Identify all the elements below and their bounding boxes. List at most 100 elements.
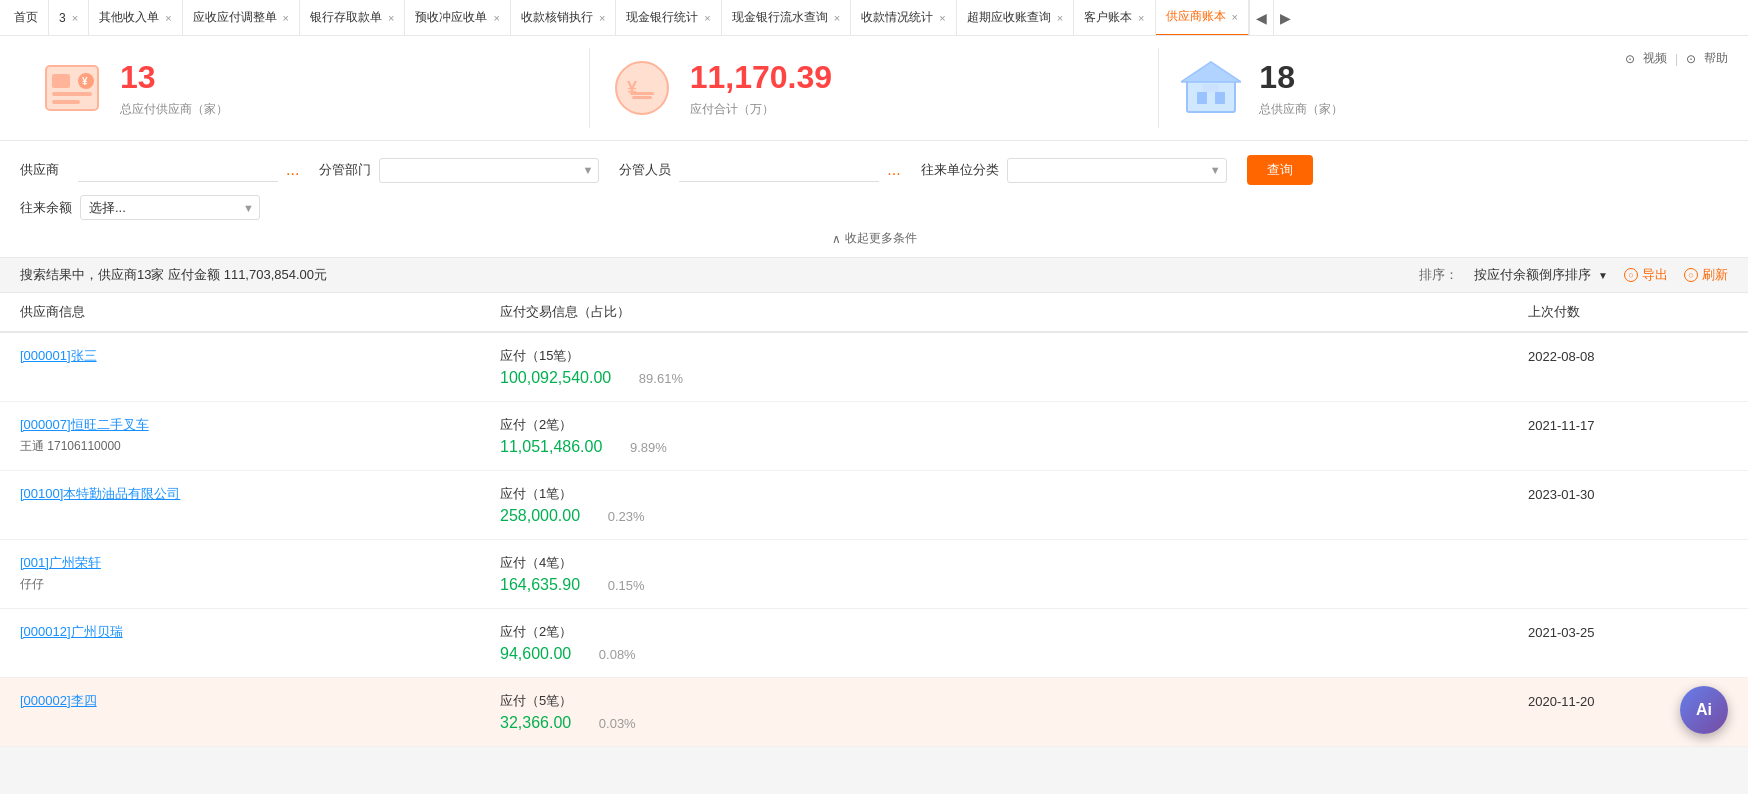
nav-tab-3-close[interactable]: ×: [72, 12, 78, 24]
sort-dropdown[interactable]: 按应付余额倒序排序 ▼: [1474, 266, 1608, 284]
supplier-link-4[interactable]: [000012]广州贝瑞: [20, 624, 123, 639]
nav-tab-cash-bank-stat-close[interactable]: ×: [704, 12, 710, 24]
nav-tab-home[interactable]: 首页: [4, 0, 49, 36]
nav-tab-adjust-close[interactable]: ×: [283, 12, 289, 24]
supplier-filter-dots[interactable]: ...: [286, 161, 299, 179]
query-button[interactable]: 查询: [1247, 155, 1313, 185]
nav-tab-adjust[interactable]: 应收应付调整单 ×: [183, 0, 300, 36]
supplier-link-3[interactable]: [001]广州荣轩: [20, 555, 101, 570]
help-label[interactable]: 帮助: [1704, 50, 1728, 67]
col-header-transaction: 应付交易信息（占比）: [500, 303, 1528, 321]
nav-tab-overdue-label: 超期应收账查询: [967, 9, 1051, 26]
lastpay-date-5: 2020-11-20: [1528, 694, 1595, 709]
trans-amount-4[interactable]: 94,600.00: [500, 645, 571, 663]
collapse-label: 收起更多条件: [845, 230, 917, 247]
refresh-btn[interactable]: ○ 刷新: [1684, 266, 1728, 284]
trans-pct-0: 89.61%: [639, 371, 683, 386]
nav-tab-3[interactable]: 3 ×: [49, 0, 89, 36]
table-row: [000012]广州贝瑞 应付（2笔） 94,600.00 0.08% 2021…: [0, 609, 1748, 678]
lastpay-date-0: 2022-08-08: [1528, 349, 1595, 364]
nav-tab-supplier-ledger[interactable]: 供应商账本 ×: [1156, 0, 1249, 36]
stat-card-total-suppliers-content: 18 总供应商（家）: [1259, 58, 1343, 117]
nav-tab-other-income-close[interactable]: ×: [165, 12, 171, 24]
nav-tab-cash-flow-close[interactable]: ×: [834, 12, 840, 24]
supplier-col-3: [001]广州荣轩 仔仔: [20, 554, 500, 593]
trans-label-0: 应付（15笔）: [500, 347, 1528, 365]
nav-tab-cash-bank-stat-label: 现金银行统计: [626, 9, 698, 26]
lastpay-col-4: 2021-03-25: [1528, 623, 1728, 640]
supplier-link-2[interactable]: [00100]本特勤油品有限公司: [20, 486, 180, 501]
trans-row-0: 100,092,540.00 89.61%: [500, 369, 1528, 387]
export-label: 导出: [1642, 266, 1668, 284]
person-filter-label: 分管人员: [619, 161, 671, 179]
supplier-col-0: [000001]张三: [20, 347, 500, 365]
filter-category: 往来单位分类 ▼: [921, 158, 1227, 183]
ai-button[interactable]: Ai: [1680, 686, 1728, 734]
refresh-label: 刷新: [1702, 266, 1728, 284]
trans-amount-3[interactable]: 164,635.90: [500, 576, 580, 594]
supplier-link-0[interactable]: [000001]张三: [20, 348, 97, 363]
nav-tab-customer-ledger[interactable]: 客户账本 ×: [1074, 0, 1155, 36]
transaction-col-1: 应付（2笔） 11,051,486.00 9.89%: [500, 416, 1528, 456]
nav-tab-overdue-close[interactable]: ×: [1057, 12, 1063, 24]
trans-amount-1[interactable]: 11,051,486.00: [500, 438, 602, 456]
nav-tab-collection-stat-close[interactable]: ×: [939, 12, 945, 24]
total-suppliers-icon: [1179, 56, 1243, 120]
export-btn[interactable]: ○ 导出: [1624, 266, 1668, 284]
nav-tab-cash-flow[interactable]: 现金银行流水查询 ×: [722, 0, 851, 36]
supplier-filter-input[interactable]: [78, 158, 278, 182]
trans-pct-5: 0.03%: [599, 716, 636, 731]
nav-tab-overdue[interactable]: 超期应收账查询 ×: [957, 0, 1074, 36]
nav-tab-cash-bank-stat[interactable]: 现金银行统计 ×: [616, 0, 721, 36]
svg-rect-1: [52, 74, 70, 88]
supplier-link-5[interactable]: [000002]李四: [20, 693, 97, 708]
lastpay-col-0: 2022-08-08: [1528, 347, 1728, 364]
svg-rect-14: [1203, 84, 1219, 92]
supplier-col-2: [00100]本特勤油品有限公司: [20, 485, 500, 503]
nav-tab-home-label: 首页: [14, 9, 38, 26]
svg-rect-8: [632, 96, 652, 99]
sort-chevron-icon: ▼: [1598, 270, 1608, 281]
nav-tab-collection[interactable]: 收款核销执行 ×: [511, 0, 616, 36]
collapse-btn[interactable]: ∧ 收起更多条件: [20, 230, 1728, 247]
actions-divider: |: [1675, 52, 1678, 66]
trans-amount-0[interactable]: 100,092,540.00: [500, 369, 611, 387]
category-filter-select[interactable]: [1007, 158, 1227, 183]
supplier-link-1[interactable]: [000007]恒旺二手叉车: [20, 417, 149, 432]
nav-tab-collection-stat[interactable]: 收款情况统计 ×: [851, 0, 956, 36]
trans-amount-5[interactable]: 32,366.00: [500, 714, 571, 732]
filter-row-2: 往来余额 选择... ▼: [20, 195, 1728, 220]
table-wrapper: 供应商信息 应付交易信息（占比） 上次付数 [000001]张三 应付（15笔）…: [0, 293, 1748, 747]
sort-value-label: 按应付余额倒序排序: [1474, 267, 1591, 282]
nav-next-arrow[interactable]: ▶: [1273, 0, 1297, 36]
nav-tab-other-income-label: 其他收入单: [99, 9, 159, 26]
video-label[interactable]: 视频: [1643, 50, 1667, 67]
trans-amount-2[interactable]: 258,000.00: [500, 507, 580, 525]
lastpay-date-2: 2023-01-30: [1528, 487, 1595, 502]
filter-supplier: 供应商 ...: [20, 158, 299, 182]
nav-tab-prepay-close[interactable]: ×: [493, 12, 499, 24]
nav-tab-prepay[interactable]: 预收冲应收单 ×: [405, 0, 510, 36]
nav-tab-supplier-ledger-close[interactable]: ×: [1232, 11, 1238, 23]
svg-rect-3: [52, 100, 80, 104]
supplier-sub-1: 王通 17106110000: [20, 438, 500, 455]
person-filter-dots[interactable]: ...: [887, 161, 900, 179]
nav-tab-customer-ledger-close[interactable]: ×: [1138, 12, 1144, 24]
balance-filter-select[interactable]: 选择...: [80, 195, 260, 220]
supplier-col-4: [000012]广州贝瑞: [20, 623, 500, 641]
person-filter-input[interactable]: [679, 158, 879, 182]
nav-prev-arrow[interactable]: ◀: [1249, 0, 1273, 36]
transaction-col-2: 应付（1笔） 258,000.00 0.23%: [500, 485, 1528, 525]
nav-tab-bank-close[interactable]: ×: [388, 12, 394, 24]
results-actions: 排序： 按应付余额倒序排序 ▼ ○ 导出 ○ 刷新: [1419, 266, 1728, 284]
results-summary: 搜索结果中，供应商13家 应付金额 111,703,854.00元: [20, 266, 327, 284]
dept-filter-select[interactable]: [379, 158, 599, 183]
nav-tab-bank[interactable]: 银行存取款单 ×: [300, 0, 405, 36]
collapse-up-icon: ∧: [832, 232, 841, 246]
nav-tab-collection-close[interactable]: ×: [599, 12, 605, 24]
ai-button-label: Ai: [1696, 701, 1712, 719]
header-stats: ¥ 13 总应付供应商（家） ¥ 11,170.39 应付合计（万）: [0, 36, 1748, 141]
nav-tab-other-income[interactable]: 其他收入单 ×: [89, 0, 182, 36]
sort-label: 排序：: [1419, 266, 1458, 284]
supplier-col-1: [000007]恒旺二手叉车 王通 17106110000: [20, 416, 500, 455]
